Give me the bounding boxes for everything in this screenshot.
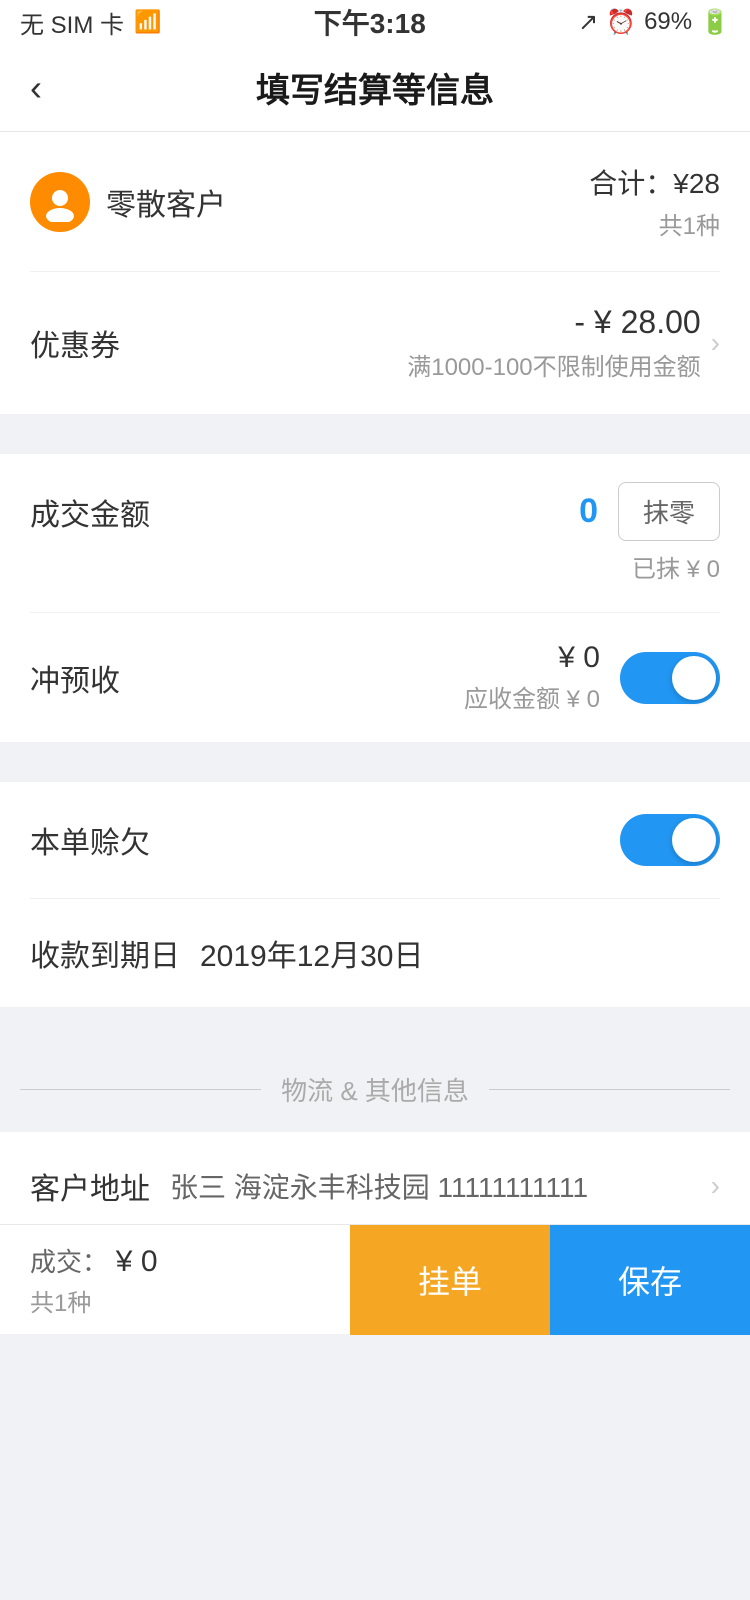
status-left: 无 SIM 卡 📶 [20,5,161,40]
prepay-value: ¥ 0 [464,641,600,675]
coupon-info: - ¥ 28.00 满1000-100不限制使用金额 [407,304,700,382]
debt-row: 本单赊欠 [0,782,750,898]
amount-right: 0 抹零 [579,482,720,541]
divider-line-left [20,1089,261,1090]
nav-bar: ‹ 填写结算等信息 [0,44,750,132]
debt-label: 本单赊欠 [30,818,150,862]
debt-toggle[interactable] [620,814,720,866]
address-value: 张三 海淀永丰科技园 11111111111 [170,1166,701,1206]
alarm-icon: ⏰ [606,8,636,37]
section-gap-2 [0,762,750,782]
prepay-sub: 应收金额 ¥ 0 [464,679,600,714]
carrier-label: 无 SIM 卡 [20,5,124,40]
customer-name: 零散客户 [106,180,226,224]
page-title: 填写结算等信息 [256,63,494,112]
debt-toggle-knob [672,818,716,862]
customer-total: 合计：¥28 共1种 [589,162,720,241]
section-gap-1 [0,434,750,454]
transaction-value: 0 [579,492,598,531]
prepay-row: 冲预收 ¥ 0 应收金额 ¥ 0 [0,613,750,742]
transaction-sub: 已抹 ¥ 0 [0,541,750,612]
bottom-info: 成交： ¥ 0 共1种 [0,1242,350,1318]
deal-label: 成交： [30,1247,108,1277]
coupon-right: - ¥ 28.00 满1000-100不限制使用金额 › [407,304,720,382]
due-date-row[interactable]: 收款到期日 2019年12月30日 [0,899,750,1007]
debt-card: 本单赊欠 收款到期日 2019年12月30日 [0,782,750,1007]
transaction-card: 成交金额 0 抹零 已抹 ¥ 0 冲预收 ¥ 0 应收金额 ¥ 0 [0,454,750,742]
logistics-title: 物流 & 其他信息 [281,1071,469,1108]
time-label: 下午3:18 [314,2,426,42]
logistics-section: 物流 & 其他信息 [0,1047,750,1132]
transaction-label: 成交金额 [30,490,150,534]
address-label: 客户地址 [30,1164,150,1208]
due-value: 2019年12月30日 [200,931,423,975]
content-area: 零散客户 合计：¥28 共1种 优惠券 - ¥ 28.00 满1000-100不… [0,132,750,1600]
coupon-label: 优惠券 [30,321,120,365]
customer-info: 零散客户 [30,172,226,232]
total-label: 合计：¥28 [589,162,720,202]
bottom-deal-row: 成交： ¥ 0 [30,1242,320,1279]
coupon-sub: 满1000-100不限制使用金额 [407,347,700,382]
bottom-count: 共1种 [30,1283,320,1318]
prepay-label: 冲预收 [30,656,120,700]
prepay-info: ¥ 0 应收金额 ¥ 0 [464,641,600,714]
prepay-right: ¥ 0 应收金额 ¥ 0 [464,641,720,714]
status-bar: 无 SIM 卡 📶 下午3:18 ↗ ⏰ 69% 🔋 [0,0,750,44]
status-right: ↗ ⏰ 69% 🔋 [578,8,730,37]
section-gap-3 [0,1027,750,1047]
coupon-row[interactable]: 优惠券 - ¥ 28.00 满1000-100不限制使用金额 › [0,272,750,414]
wifi-icon: 📶 [134,9,161,35]
chevron-right-icon-2: › [711,1170,720,1202]
total-count: 共1种 [589,206,720,241]
customer-card: 零散客户 合计：¥28 共1种 优惠券 - ¥ 28.00 满1000-100不… [0,132,750,414]
coupon-value: - ¥ 28.00 [407,304,700,341]
prepay-toggle[interactable] [620,652,720,704]
due-label: 收款到期日 [30,931,180,975]
battery-label: 69% [644,8,692,36]
battery-icon: 🔋 [700,8,730,37]
avatar [30,172,90,232]
chevron-right-icon: › [711,327,720,359]
location-icon: ↗ [578,8,598,37]
divider-line-right [489,1089,730,1090]
customer-row: 零散客户 合计：¥28 共1种 [0,132,750,271]
save-button[interactable]: 保存 [550,1225,750,1335]
round-button[interactable]: 抹零 [618,482,720,541]
amount-row: 成交金额 0 抹零 [0,454,750,541]
toggle-knob [672,656,716,700]
hold-button[interactable]: 挂单 [350,1225,550,1335]
bottom-bar: 成交： ¥ 0 共1种 挂单 保存 [0,1224,750,1334]
deal-value: ¥ 0 [116,1245,158,1278]
back-button[interactable]: ‹ [30,67,42,109]
